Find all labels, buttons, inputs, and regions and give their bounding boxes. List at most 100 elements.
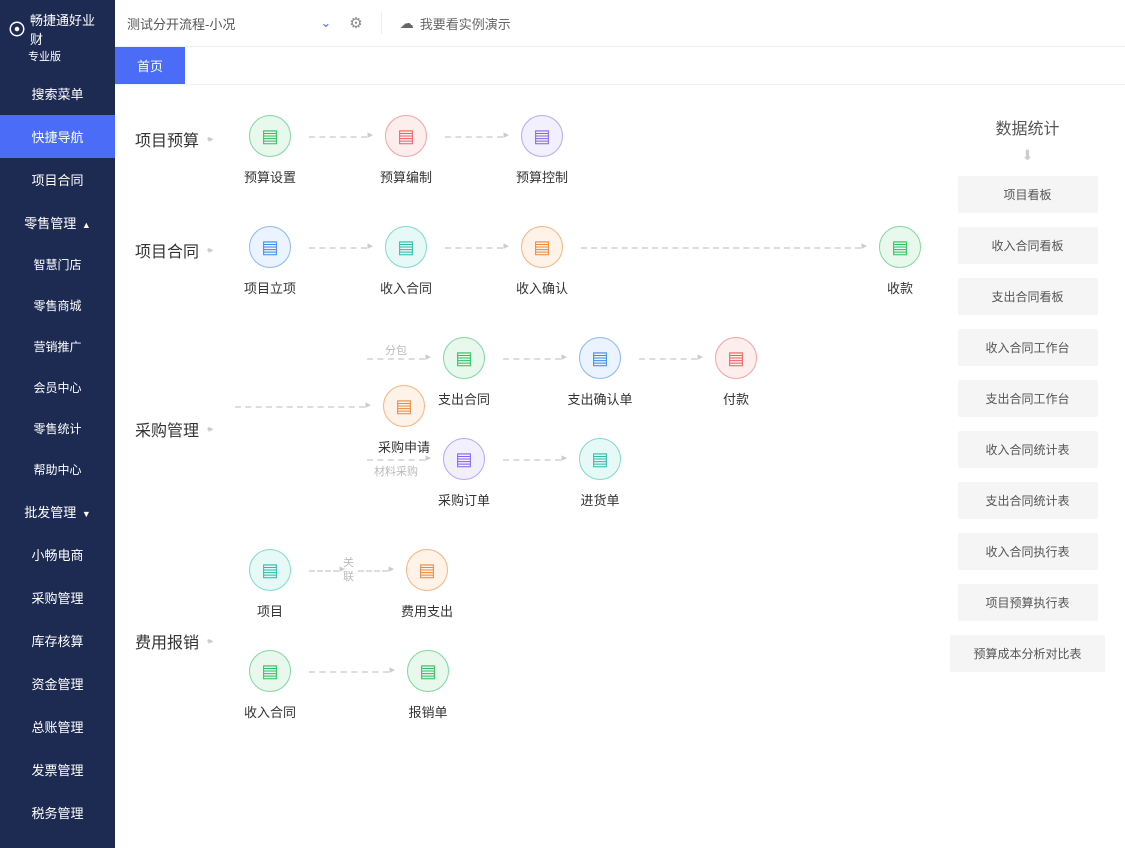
- arrow-icon: ▪▸: [207, 134, 212, 145]
- arrow-icon: ▪▸: [207, 636, 212, 647]
- group-label-budget: 项目预算 ▪▸: [135, 115, 235, 151]
- node-receipt[interactable]: 进货单: [565, 438, 635, 509]
- stats-btn-expense-stats[interactable]: 支出合同统计表: [958, 482, 1098, 519]
- node-reimburse[interactable]: 报销单: [393, 650, 463, 721]
- nav-help-center[interactable]: 帮助中心: [0, 449, 115, 490]
- nav-ecommerce[interactable]: 小畅电商: [0, 533, 115, 576]
- doc-icon: [521, 115, 563, 157]
- cloud-icon: ☁: [400, 15, 414, 32]
- connector: [581, 247, 861, 249]
- nav-retail-mall[interactable]: 零售商城: [0, 285, 115, 326]
- node-expense-out[interactable]: 费用支出: [392, 549, 462, 620]
- nav-quick[interactable]: 快捷导航: [0, 115, 115, 158]
- demo-link[interactable]: ☁ 我要看实例演示: [400, 14, 511, 33]
- stats-btn-expense-board[interactable]: 支出合同看板: [958, 278, 1098, 315]
- chevron-down-icon: ⌄: [320, 15, 331, 31]
- node-income-confirm[interactable]: 收入确认: [507, 226, 577, 297]
- node-receive[interactable]: 收款: [865, 226, 935, 297]
- stats-btn-income-board[interactable]: 收入合同看板: [958, 227, 1098, 264]
- stats-btn-income-workbench[interactable]: 收入合同工作台: [958, 329, 1098, 366]
- nav-list: 搜索菜单 快捷导航 项目合同 零售管理 ▲ 智慧门店 零售商城 营销推广 会员中…: [0, 72, 115, 848]
- doc-icon: [383, 385, 425, 427]
- main-area: 测试分开流程-小况 ⌄ ⚙ ☁ 我要看实例演示 首页 项目预算 ▪▸: [115, 0, 1125, 848]
- doc-icon: [443, 438, 485, 480]
- nav-tax[interactable]: 税务管理: [0, 791, 115, 834]
- brand-logo: 畅捷通好业财: [0, 0, 115, 53]
- node-expense-contract[interactable]: 支出合同: [429, 337, 499, 408]
- chevron-down-icon: ▼: [82, 509, 91, 519]
- doc-icon: [385, 226, 427, 268]
- doc-icon: [249, 226, 291, 268]
- brand-name: 畅捷通好业财: [30, 10, 107, 48]
- stats-title: 数据统计: [995, 115, 1059, 139]
- group-label-contract: 项目合同 ▪▸: [135, 226, 235, 262]
- doc-icon: [579, 438, 621, 480]
- connector: [309, 136, 367, 138]
- node-expense-confirm[interactable]: 支出确认单: [565, 337, 635, 408]
- doc-icon: [715, 337, 757, 379]
- nav-smart-store[interactable]: 智慧门店: [0, 244, 115, 285]
- nav-finance[interactable]: 资金管理: [0, 662, 115, 705]
- nav-project-contract[interactable]: 项目合同: [0, 158, 115, 201]
- org-name: 测试分开流程-小况: [127, 14, 235, 33]
- nav-member-center[interactable]: 会员中心: [0, 367, 115, 408]
- connector: [445, 136, 503, 138]
- node-project[interactable]: 项目: [235, 549, 305, 620]
- brand-icon: [8, 20, 26, 38]
- nav-retail[interactable]: 零售管理 ▲: [0, 201, 115, 244]
- connector: [309, 570, 339, 572]
- stats-btn-budget-compare[interactable]: 预算成本分析对比表: [950, 635, 1105, 672]
- doc-icon: [443, 337, 485, 379]
- arrow-icon: ▪▸: [207, 424, 212, 435]
- connector: 分包: [367, 358, 425, 360]
- connector: 材料采购: [367, 459, 425, 461]
- stats-btn-expense-workbench[interactable]: 支出合同工作台: [958, 380, 1098, 417]
- nav-invoice[interactable]: 发票管理: [0, 748, 115, 791]
- sidebar: 畅捷通好业财 专业版 搜索菜单 快捷导航 项目合同 零售管理 ▲ 智慧门店 零售…: [0, 0, 115, 848]
- arrow-icon: ▪▸: [207, 245, 212, 256]
- topbar: 测试分开流程-小况 ⌄ ⚙ ☁ 我要看实例演示: [115, 0, 1125, 47]
- nav-inventory[interactable]: 库存核算: [0, 619, 115, 662]
- node-payment[interactable]: 付款: [701, 337, 771, 408]
- gear-icon[interactable]: ⚙: [349, 14, 362, 32]
- brand-edition: 专业版: [0, 48, 115, 72]
- app-root: 畅捷通好业财 专业版 搜索菜单 快捷导航 项目合同 零售管理 ▲ 智慧门店 零售…: [0, 0, 1125, 848]
- nav-purchase[interactable]: 采购管理: [0, 576, 115, 619]
- connector: [309, 671, 389, 673]
- nav-retail-stats[interactable]: 零售统计: [0, 408, 115, 449]
- doc-icon: [249, 650, 291, 692]
- tab-home[interactable]: 首页: [115, 47, 185, 84]
- doc-icon: [249, 549, 291, 591]
- connector: [235, 406, 365, 408]
- connector: [309, 247, 367, 249]
- connector: [503, 459, 561, 461]
- org-selector[interactable]: 测试分开流程-小况 ⌄: [127, 14, 331, 33]
- stats-panel: 数据统计 ⬇ 项目看板 收入合同看板 支出合同看板 收入合同工作台 支出合同工作…: [950, 115, 1105, 686]
- doc-icon: [406, 549, 448, 591]
- divider: [381, 12, 382, 34]
- demo-label: 我要看实例演示: [420, 14, 511, 33]
- tab-bar: 首页: [115, 47, 1125, 84]
- stats-btn-budget-exec[interactable]: 项目预算执行表: [958, 584, 1098, 621]
- nav-ledger[interactable]: 总账管理: [0, 705, 115, 748]
- doc-icon: [385, 115, 427, 157]
- node-income-contract-2[interactable]: 收入合同: [235, 650, 305, 721]
- nav-search[interactable]: 搜索菜单: [0, 72, 115, 115]
- flow-canvas: 项目预算 ▪▸ 预算设置 预算编制: [115, 84, 1125, 848]
- chevron-down-icon: ⬇: [1022, 147, 1034, 164]
- node-project-init[interactable]: 项目立项: [235, 226, 305, 297]
- doc-icon: [579, 337, 621, 379]
- stats-btn-income-exec[interactable]: 收入合同执行表: [958, 533, 1098, 570]
- group-label-purchase: 采购管理 ▪▸: [135, 405, 235, 441]
- node-budget-control[interactable]: 预算控制: [507, 115, 577, 186]
- node-purchase-order[interactable]: 采购订单: [429, 438, 499, 509]
- connector: [358, 570, 388, 572]
- node-budget-compile[interactable]: 预算编制: [371, 115, 441, 186]
- stats-btn-project-board[interactable]: 项目看板: [958, 176, 1098, 213]
- nav-wholesale[interactable]: 批发管理 ▼: [0, 490, 115, 533]
- node-income-contract[interactable]: 收入合同: [371, 226, 441, 297]
- node-budget-setup[interactable]: 预算设置: [235, 115, 305, 186]
- connector: [639, 358, 697, 360]
- nav-marketing[interactable]: 营销推广: [0, 326, 115, 367]
- stats-btn-income-stats[interactable]: 收入合同统计表: [958, 431, 1098, 468]
